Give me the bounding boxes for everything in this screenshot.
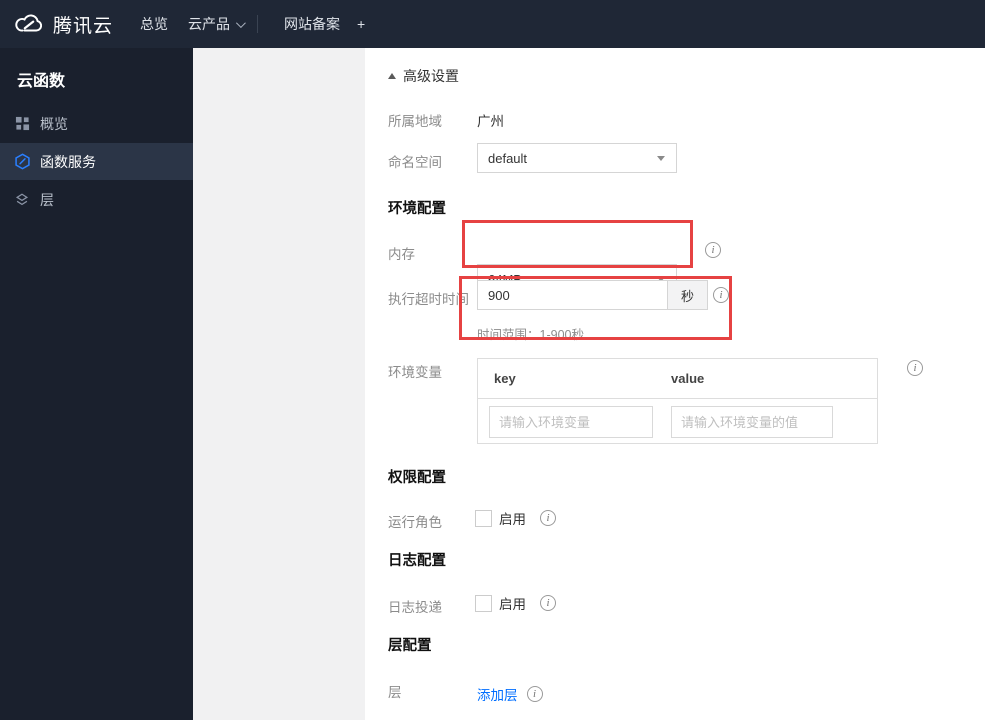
layer-label: 层 xyxy=(388,685,402,700)
perm-config-section-title: 权限配置 xyxy=(388,470,446,486)
timeout-unit-addon: 秒 xyxy=(668,280,708,310)
run-role-info-icon[interactable]: i xyxy=(540,510,556,526)
grid-icon xyxy=(13,115,31,133)
brand-logo[interactable]: 腾讯云 xyxy=(13,0,113,48)
envvar-key-input[interactable] xyxy=(489,406,653,438)
function-config-form: 高级设置 所属地域 广州 命名空间 default 环境配置 内存 64MB i… xyxy=(365,48,985,720)
log-shipping-enable-label: 启用 xyxy=(499,597,526,612)
log-shipping-enable-row: 启用 i xyxy=(475,593,556,613)
nav-item-overview[interactable]: 总览 xyxy=(140,0,168,48)
envvar-info-icon[interactable]: i xyxy=(907,360,923,376)
run-role-enable-row: 启用 i xyxy=(475,508,556,528)
envvar-table: key value xyxy=(477,358,878,444)
sidebar-item-label: 层 xyxy=(40,191,54,208)
memory-highlight-box xyxy=(462,220,693,268)
sidebar-item-layers[interactable]: 层 xyxy=(0,181,193,218)
region-value: 广州 xyxy=(477,114,504,129)
add-layer-link[interactable]: 添加层 xyxy=(477,684,518,704)
sidebar-item-function-service[interactable]: 函数服务 xyxy=(0,143,193,180)
nav-item-cloud-products[interactable]: 云产品 xyxy=(188,0,246,48)
memory-info-icon[interactable]: i xyxy=(705,242,721,258)
envvar-label: 环境变量 xyxy=(388,365,442,380)
timeout-info-icon[interactable]: i xyxy=(713,287,729,303)
sidebar-title: 云函数 xyxy=(17,73,66,90)
log-shipping-enable-checkbox[interactable] xyxy=(475,594,492,612)
envvar-value-header: value xyxy=(671,371,705,386)
envvar-key-header: key xyxy=(494,371,516,386)
top-navbar: 腾讯云 总览 云产品 网站备案 + xyxy=(0,0,985,48)
timeout-input-group: 秒 xyxy=(477,280,708,310)
nav-item-icp-filing[interactable]: 网站备案 xyxy=(284,0,340,48)
advanced-settings-toggle[interactable]: 高级设置 xyxy=(388,66,459,86)
timeout-input[interactable] xyxy=(477,280,668,310)
add-layer-info-icon[interactable]: i xyxy=(526,686,543,702)
sidebar-item-label: 概览 xyxy=(40,115,68,132)
add-tab-button[interactable]: + xyxy=(357,0,365,48)
sidebar-item-label: 函数服务 xyxy=(40,153,96,170)
collapsed-side-panel xyxy=(193,48,365,720)
chevron-down-icon xyxy=(235,17,246,28)
timeout-label: 执行超时时间 xyxy=(388,292,469,307)
envvar-table-row xyxy=(478,399,877,443)
function-hexagon-icon xyxy=(13,153,31,171)
log-shipping-info-icon[interactable]: i xyxy=(540,595,556,611)
cloud-logo-icon xyxy=(15,14,43,32)
memory-label: 内存 xyxy=(388,247,415,262)
log-config-section-title: 日志配置 xyxy=(388,553,446,569)
sidebar-item-overview[interactable]: 概览 xyxy=(0,105,193,142)
envvar-value-input[interactable] xyxy=(671,406,833,438)
add-layer-row: 添加层 i xyxy=(477,684,543,704)
layer-config-section-title: 层配置 xyxy=(388,638,432,654)
log-shipping-label: 日志投递 xyxy=(388,600,442,615)
triangle-up-icon xyxy=(388,73,396,79)
layers-icon xyxy=(13,191,31,209)
namespace-select[interactable]: default xyxy=(477,143,677,173)
plus-icon: + xyxy=(357,16,366,32)
run-role-enable-checkbox[interactable] xyxy=(475,509,492,527)
run-role-enable-label: 启用 xyxy=(499,512,526,527)
sidebar: 云函数 概览 函数服务 层 xyxy=(0,48,193,720)
namespace-label: 命名空间 xyxy=(388,155,442,170)
region-label: 所属地域 xyxy=(388,114,442,129)
chevron-down-icon xyxy=(657,156,665,161)
timeout-hint: 时间范围：1-900秒 xyxy=(477,328,584,342)
brand-name: 腾讯云 xyxy=(53,15,114,37)
envvar-table-header: key value xyxy=(478,359,877,399)
advanced-settings-label: 高级设置 xyxy=(403,68,459,84)
env-config-section-title: 环境配置 xyxy=(388,201,446,217)
run-role-label: 运行角色 xyxy=(388,515,442,530)
topbar-divider xyxy=(257,15,258,33)
namespace-selected-value: default xyxy=(488,150,528,166)
